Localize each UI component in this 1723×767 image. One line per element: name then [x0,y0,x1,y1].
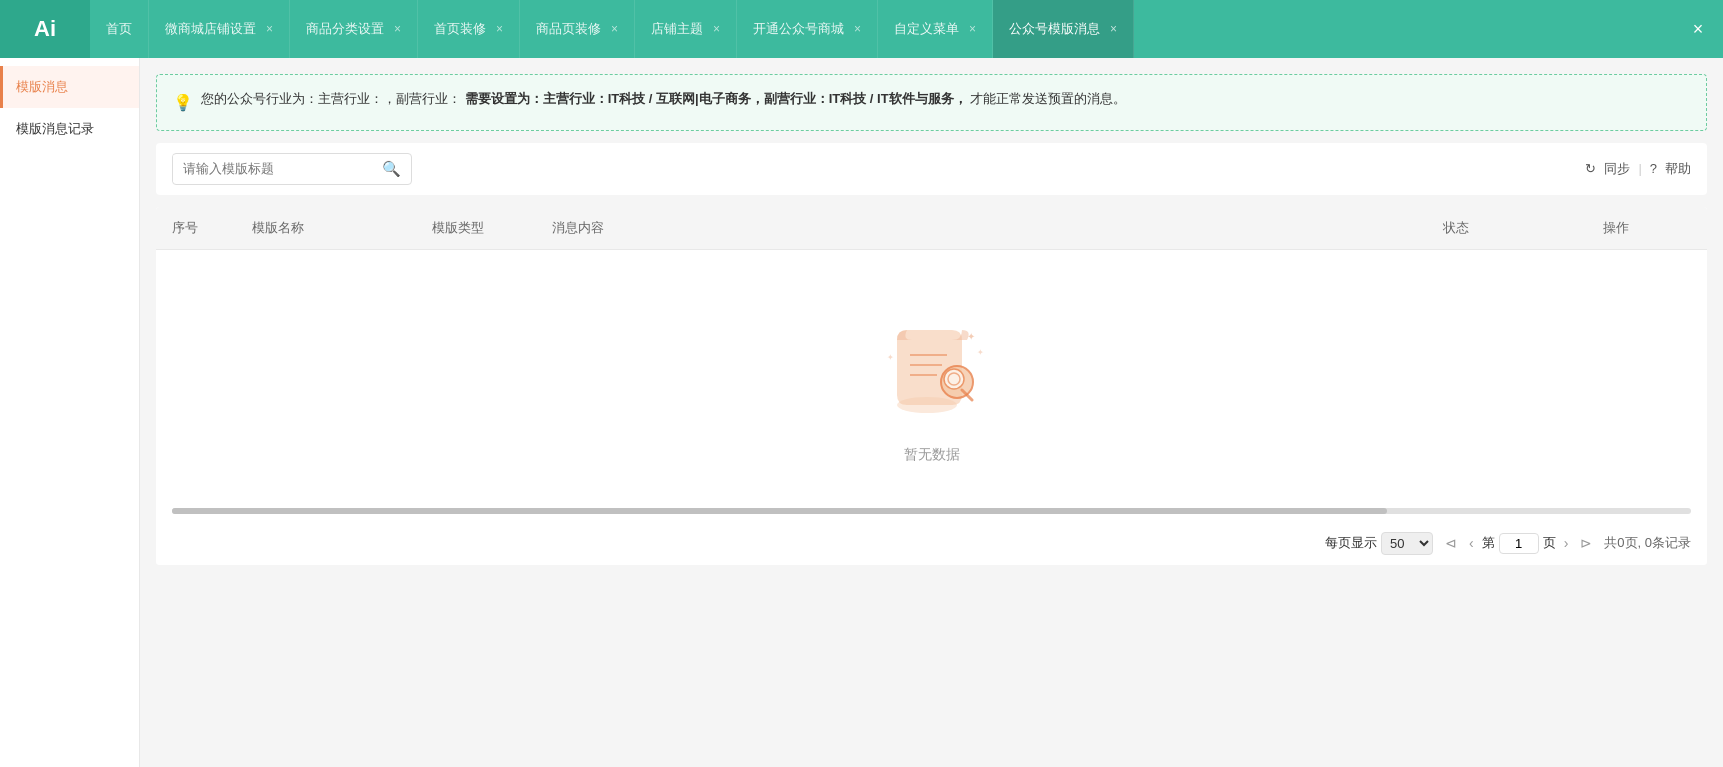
close-tab-icon-5[interactable]: × [713,22,720,36]
nav-tab-0[interactable]: 首页 [90,0,149,58]
empty-text: 暂无数据 [904,446,960,464]
scrollbar-track[interactable] [172,508,1691,514]
nav-tab-8[interactable]: 公众号模版消息× [993,0,1134,58]
nav-tab-2[interactable]: 商品分类设置× [290,0,418,58]
close-all-button[interactable]: × [1673,19,1723,40]
banner-highlight: 需要设置为：主营行业：IT科技 / 互联网|电子商务，副营行业：IT科技 / I… [465,91,967,106]
banner-suffix: 才能正常发送预置的消息。 [970,91,1126,106]
logo: Ai [0,0,90,58]
page-label-pre: 第 [1482,534,1495,552]
close-tab-icon-6[interactable]: × [854,22,861,36]
sidebar-item-0[interactable]: 模版消息 [0,66,139,108]
empty-illustration: ✦ ✦ ✦ [872,310,992,430]
help-icon[interactable]: ? [1650,161,1657,176]
svg-text:✦: ✦ [887,353,894,362]
bulb-icon: 💡 [173,90,193,116]
table: 序号模版名称模版类型消息内容状态操作 [156,207,1707,565]
svg-text:✦: ✦ [977,348,984,357]
svg-point-5 [944,369,964,389]
page-size-dropdown[interactable]: 50 20 100 [1381,532,1433,555]
pagination-row: 每页显示 50 20 100 ⊲ ‹ 第 页 › ⊳ 共0页, 0条记录 [156,522,1707,565]
main-layout: 模版消息模版消息记录 💡 您的公众号行业为：主营行业：，副营行业： 需要设置为：… [0,58,1723,767]
sync-label[interactable]: 同步 [1604,160,1630,178]
banner-prefix: 您的公众号行业为：主营行业：，副营行业： [201,91,461,106]
page-label-post: 页 [1543,534,1556,552]
table-header-col-2: 模版类型 [416,207,536,249]
empty-state: ✦ ✦ ✦ 暂无数据 [156,250,1707,504]
help-label[interactable]: 帮助 [1665,160,1691,178]
search-button[interactable]: 🔍 [372,154,411,184]
page-nav: ⊲ ‹ 第 页 › ⊳ [1441,533,1596,554]
nav-tab-1[interactable]: 微商城店铺设置× [149,0,290,58]
scrollbar-row [156,504,1707,522]
close-tab-icon-2[interactable]: × [394,22,401,36]
top-nav: Ai 首页微商城店铺设置×商品分类设置×首页装修×商品页装修×店铺主题×开通公众… [0,0,1723,58]
table-header-col-3: 消息内容 [536,207,1427,249]
sync-icon[interactable]: ↻ [1585,161,1596,176]
next-page-button[interactable]: › [1560,533,1573,553]
close-tab-icon-3[interactable]: × [496,22,503,36]
nav-tab-7[interactable]: 自定义菜单× [878,0,993,58]
nav-tab-5[interactable]: 店铺主题× [635,0,737,58]
nav-tab-6[interactable]: 开通公众号商城× [737,0,878,58]
table-header: 序号模版名称模版类型消息内容状态操作 [156,207,1707,250]
svg-text:✦: ✦ [967,331,975,342]
table-header-col-4: 状态 [1427,207,1587,249]
prev-page-button[interactable]: ‹ [1465,533,1478,553]
content-area: 💡 您的公众号行业为：主营行业：，副营行业： 需要设置为：主营行业：IT科技 /… [140,58,1723,767]
info-banner: 💡 您的公众号行业为：主营行业：，副营行业： 需要设置为：主营行业：IT科技 /… [156,74,1707,131]
page-number-input[interactable] [1499,533,1539,554]
sidebar: 模版消息模版消息记录 [0,58,140,767]
search-input[interactable] [173,155,372,182]
first-page-button[interactable]: ⊲ [1441,533,1461,553]
table-header-col-1: 模版名称 [236,207,416,249]
nav-tab-3[interactable]: 首页装修× [418,0,520,58]
close-tab-icon-4[interactable]: × [611,22,618,36]
nav-tab-4[interactable]: 商品页装修× [520,0,635,58]
search-input-wrap[interactable]: 🔍 [172,153,412,185]
divider: | [1638,161,1641,176]
close-tab-icon-1[interactable]: × [266,22,273,36]
table-header-col-0: 序号 [156,207,236,249]
sidebar-item-1[interactable]: 模版消息记录 [0,108,139,150]
close-tab-icon-8[interactable]: × [1110,22,1117,36]
scrollbar-thumb[interactable] [172,508,1387,514]
page-size-label: 每页显示 [1325,534,1377,552]
search-bar-row: 🔍 ↻ 同步 | ? 帮助 [156,143,1707,195]
total-info: 共0页, 0条记录 [1604,534,1691,552]
page-size-select: 每页显示 50 20 100 [1325,532,1433,555]
sync-help-area: ↻ 同步 | ? 帮助 [1585,160,1691,178]
last-page-button[interactable]: ⊳ [1576,533,1596,553]
nav-tabs: 首页微商城店铺设置×商品分类设置×首页装修×商品页装修×店铺主题×开通公众号商城… [90,0,1673,58]
table-header-col-5: 操作 [1587,207,1707,249]
close-tab-icon-7[interactable]: × [969,22,976,36]
